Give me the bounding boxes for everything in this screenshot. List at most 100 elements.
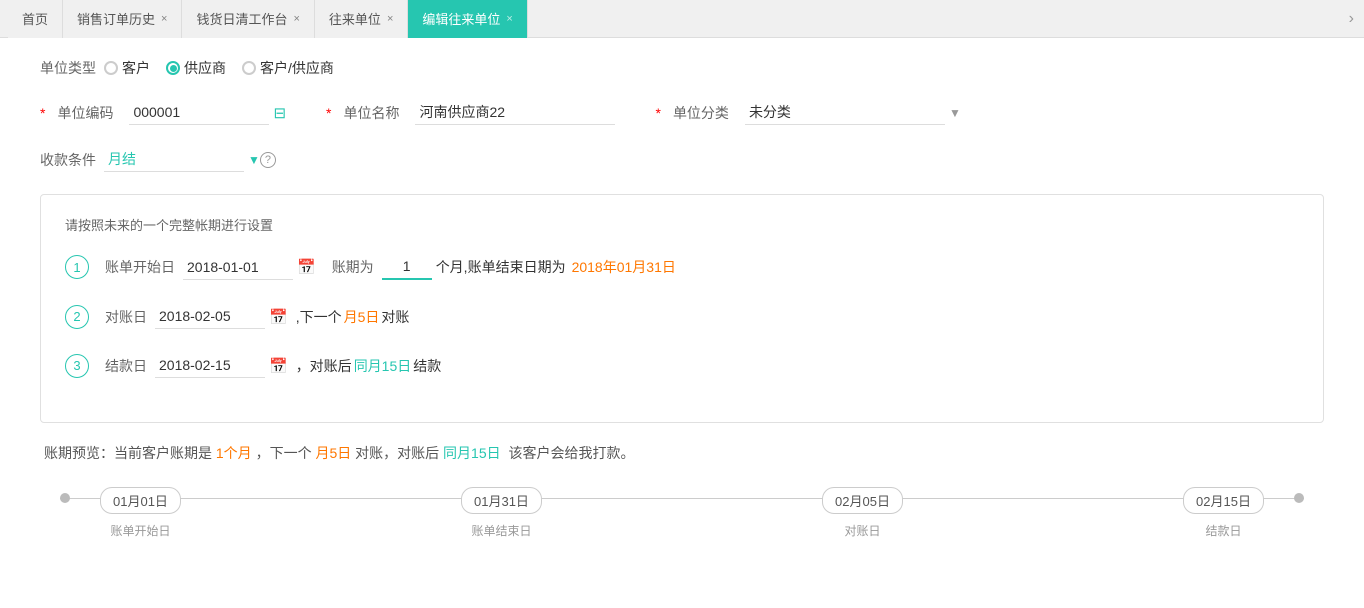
help-icon[interactable]: ? (260, 152, 276, 168)
step-num-1: 1 (65, 255, 89, 279)
required-star-category: * (655, 105, 660, 121)
timeline-node-4: 02月15日 结款日 (1183, 487, 1264, 539)
unit-name-input[interactable] (415, 100, 615, 125)
step-label-2: 对账日 (105, 307, 147, 327)
preview-suffix: 该客户会给我打款。 (509, 445, 635, 461)
radio-circle-customer (104, 61, 118, 75)
step-row-1: 1 账单开始日 📅 账期为 个月,账单结束日期为 2018年01月31日 (65, 254, 1299, 280)
tab-edit-partner-label: 编辑往来单位 (422, 9, 500, 28)
timeline-label-3: 对账日 (844, 522, 880, 539)
radio-label-both: 客户/供应商 (260, 58, 334, 78)
main-content: 单位类型 客户 供应商 客户/供应商 * 单位编码 ⊟ (0, 38, 1364, 608)
tab-partners[interactable]: 往来单位 × (315, 0, 408, 38)
timeline-start-dot (60, 493, 70, 503)
unit-code-field: * 单位编码 ⊟ (40, 100, 286, 125)
step-row-3: 3 结款日 📅 ，对账后 同月15日 结款 (65, 353, 1299, 378)
required-star-name: * (326, 105, 331, 121)
calendar-icon-3[interactable]: 📅 (269, 357, 288, 375)
close-icon-partners[interactable]: × (387, 13, 393, 25)
unit-category-label: 单位分类 (673, 103, 729, 123)
tab-cash-work[interactable]: 钱货日清工作台 × (182, 0, 314, 38)
unit-code-input[interactable] (129, 100, 269, 125)
calendar-icon-1[interactable]: 📅 (297, 258, 316, 276)
unit-info-row: * 单位编码 ⊟ * 单位名称 * 单位分类 ▼ (40, 100, 1324, 125)
timeline-label-4: 结款日 (1206, 522, 1242, 539)
period-section: 请按照未来的一个完整帐期进行设置 1 账单开始日 📅 账期为 个月,账单结束日期… (40, 194, 1324, 423)
step-label-1: 账单开始日 (105, 257, 175, 277)
step-num-2: 2 (65, 305, 89, 329)
step-date-input-3[interactable] (155, 353, 265, 378)
payment-cond-select-wrap: ▼ (104, 147, 260, 172)
unit-code-input-wrap: ⊟ (129, 100, 286, 125)
payment-cond-input[interactable] (104, 147, 244, 172)
radio-group-unit-type: 客户 供应商 客户/供应商 (104, 58, 334, 78)
timeline-node-2: 01月31日 账单结束日 (461, 487, 542, 539)
close-icon-sales[interactable]: × (161, 13, 167, 25)
timeline-node-1: 01月01日 账单开始日 (100, 487, 181, 539)
preview-mid1: ，下一个 (256, 445, 312, 461)
radio-label-customer: 客户 (122, 58, 150, 78)
unit-category-select-wrap: ▼ (745, 100, 961, 125)
timeline-bubble-4: 02月15日 (1183, 487, 1264, 514)
timeline-label-2: 账单结束日 (471, 522, 531, 539)
timeline-label-1: 账单开始日 (110, 522, 170, 539)
period-input[interactable] (382, 254, 432, 280)
preview-highlight1: 1个月 (216, 445, 252, 461)
preview-row: 账期预览：当前客户账期是 1个月 ，下一个 月5日 对账，对账后 同月15日 该… (40, 443, 1324, 463)
preview-highlight2: 月5日 (315, 445, 351, 461)
step2-highlight: 月5日 (344, 307, 380, 327)
step3-suffix: 结款 (413, 356, 441, 376)
step3-prefix: ，对账后 (296, 356, 352, 376)
unit-type-row: 单位类型 客户 供应商 客户/供应商 (40, 58, 1324, 78)
timeline-bubble-3: 02月05日 (822, 487, 903, 514)
tab-edit-partner[interactable]: 编辑往来单位 × (408, 0, 527, 38)
step-row-2: 2 对账日 📅 ,下一个 月5日 对账 (65, 304, 1299, 329)
tab-sales-history[interactable]: 销售订单历史 × (63, 0, 182, 38)
timeline-bubble-1: 01月01日 (100, 487, 181, 514)
timeline-end-dot (1294, 493, 1304, 503)
tab-home-label: 首页 (22, 9, 48, 28)
timeline-node-3: 02月05日 对账日 (822, 487, 903, 539)
radio-circle-both (242, 61, 256, 75)
step-num-3: 3 (65, 354, 89, 378)
payment-cond-label: 收款条件 (40, 150, 96, 170)
preview-mid2: 对账，对账后 (355, 445, 439, 461)
required-star-code: * (40, 105, 45, 121)
section-title: 请按照未来的一个完整帐期进行设置 (65, 215, 1299, 234)
timeline-bubble-2: 01月31日 (461, 487, 542, 514)
highlight-end-date: 2018年01月31日 (572, 257, 676, 277)
radio-customer-supplier[interactable]: 客户/供应商 (242, 58, 334, 78)
period-unit-text: 个月,账单结束日期为 (436, 257, 566, 277)
radio-label-supplier: 供应商 (184, 58, 226, 78)
radio-circle-supplier (166, 61, 180, 75)
unit-category-input[interactable] (745, 100, 945, 125)
period-label: 账期为 (332, 257, 374, 277)
chevron-down-icon-category[interactable]: ▼ (949, 106, 961, 120)
unit-type-label: 单位类型 (40, 58, 96, 78)
step-date-input-2[interactable] (155, 304, 265, 329)
step2-suffix: 对账 (381, 307, 409, 327)
radio-customer[interactable]: 客户 (104, 58, 150, 78)
step3-highlight: 同月15日 (354, 356, 412, 376)
tabs-bar: 首页 销售订单历史 × 钱货日清工作台 × 往来单位 × 编辑往来单位 × › (0, 0, 1364, 38)
tab-more-button[interactable]: › (1339, 10, 1364, 28)
unit-code-label: 单位编码 (57, 103, 113, 123)
step2-prefix: ,下一个 (296, 307, 342, 327)
unit-name-field: * 单位名称 (326, 100, 615, 125)
tab-home[interactable]: 首页 (8, 0, 63, 38)
preview-highlight3: 同月15日 (443, 445, 501, 461)
unit-name-label: 单位名称 (343, 103, 399, 123)
calendar-icon-2[interactable]: 📅 (269, 308, 288, 326)
close-icon-edit-partner[interactable]: × (506, 13, 512, 25)
close-icon-cash[interactable]: × (293, 13, 299, 25)
step-label-3: 结款日 (105, 356, 147, 376)
unit-category-field: * 单位分类 ▼ (655, 100, 960, 125)
payment-cond-row: 收款条件 ▼ ? (40, 147, 1324, 172)
tab-cash-work-label: 钱货日清工作台 (196, 9, 287, 28)
step-date-input-1[interactable] (183, 255, 293, 280)
tab-partners-label: 往来单位 (329, 9, 381, 28)
copy-icon[interactable]: ⊟ (273, 104, 286, 122)
chevron-down-icon-payment[interactable]: ▼ (248, 153, 260, 167)
preview-prefix: 账期预览：当前客户账期是 (44, 445, 212, 461)
radio-supplier[interactable]: 供应商 (166, 58, 226, 78)
